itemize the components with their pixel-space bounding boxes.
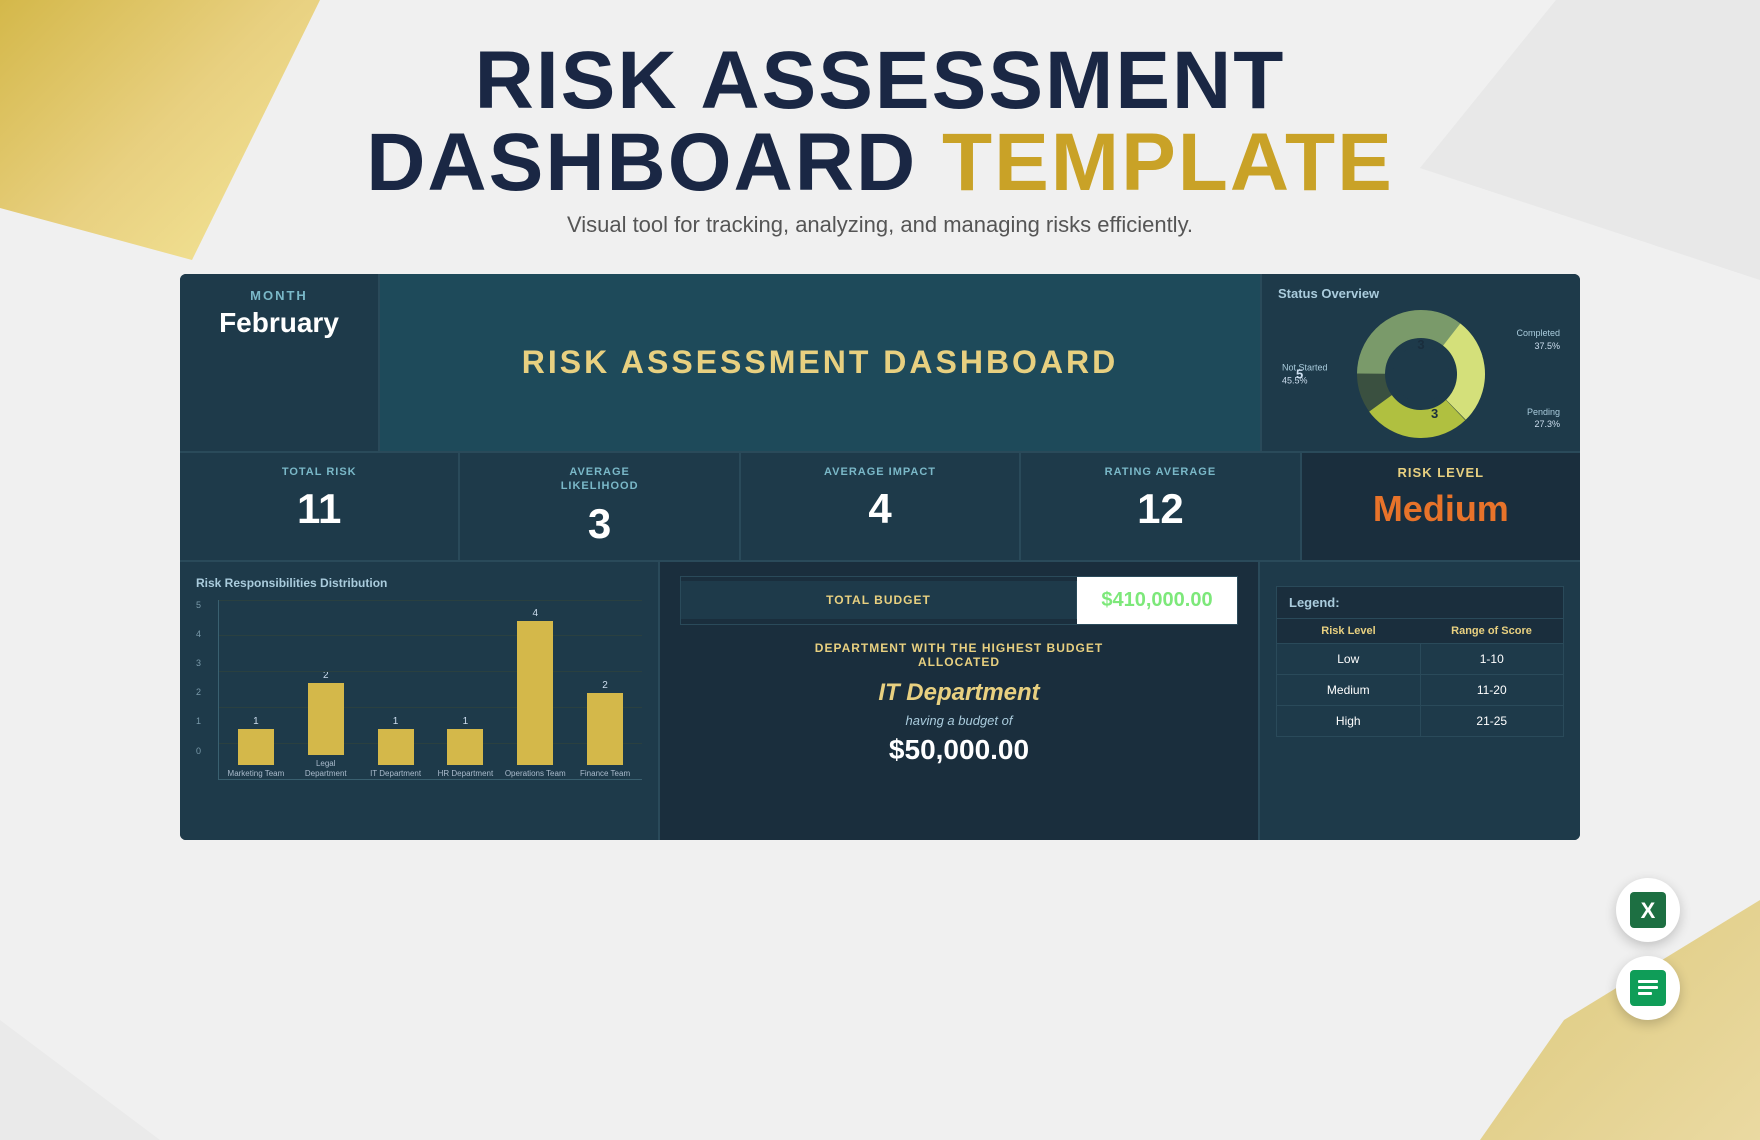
excel-icon: X	[1630, 892, 1666, 928]
stat-value-risk-level: Medium	[1318, 488, 1564, 530]
donut-chart-container: Completed 37.5% Pending 27.3% Not Starte…	[1278, 309, 1564, 439]
dept-section: DEPARTMENT WITH THE HIGHEST BUDGETALLOCA…	[680, 641, 1238, 766]
dept-having: having a budget of	[680, 713, 1238, 728]
stat-rating-avg: RATING AVERAGE 12	[1021, 453, 1301, 560]
dashboard-header: MONTH February RISK ASSESSMENT DASHBOARD…	[180, 274, 1580, 451]
stat-label-avg-impact: AVERAGE IMPACT	[757, 465, 1003, 479]
chart-title: Risk Responsibilities Distribution	[196, 576, 642, 590]
stat-label-total-risk: TOTAL RISK	[196, 465, 442, 479]
stat-avg-impact: AVERAGE IMPACT 4	[741, 453, 1021, 560]
donut-completed-label: Completed 37.5%	[1516, 327, 1560, 352]
bottom-row: Risk Responsibilities Distribution 5 4 3…	[180, 560, 1580, 840]
bg-decoration-bottom-left	[0, 940, 160, 1140]
budget-label: TOTAL BUDGET	[681, 581, 1077, 619]
subtitle: Visual tool for tracking, analyzing, and…	[366, 212, 1394, 238]
dashboard-title-text: RISK ASSESSMENT DASHBOARD	[522, 344, 1119, 381]
stat-avg-likelihood: AVERAGELIKELIHOOD 3	[460, 453, 740, 560]
legend-row-medium: Medium 11-20	[1277, 675, 1563, 706]
dept-section-label: DEPARTMENT WITH THE HIGHEST BUDGETALLOCA…	[680, 641, 1238, 669]
bar-it-bar	[378, 729, 414, 765]
month-label: MONTH	[200, 288, 358, 303]
dashboard: MONTH February RISK ASSESSMENT DASHBOARD…	[180, 274, 1580, 840]
chart-section: Risk Responsibilities Distribution 5 4 3…	[180, 562, 660, 840]
stat-value-avg-impact: 4	[757, 485, 1003, 533]
month-box: MONTH February	[180, 274, 380, 451]
donut-pending-label: Pending 27.3%	[1527, 406, 1560, 431]
stat-risk-level: RISK LEVEL Medium	[1302, 453, 1580, 560]
legend-box: Legend: Risk Level Range of Score Low 1-…	[1276, 586, 1564, 737]
dashboard-title-box: RISK ASSESSMENT DASHBOARD	[380, 274, 1260, 451]
legend-col-range: Range of Score	[1420, 619, 1563, 643]
stat-value-rating-avg: 12	[1037, 485, 1283, 533]
title-line2-gold: TEMPLATE	[942, 117, 1394, 208]
title-line2-dark: DASHBOARD	[366, 117, 917, 208]
legend-cell-low-range: 1-10	[1421, 644, 1564, 674]
bar-chart-inner: 1 Marketing Team 2 Legal Department	[218, 600, 642, 780]
title-section: RISK ASSESSMENT DASHBOARD TEMPLATE Visua…	[366, 40, 1394, 238]
grid-lines	[219, 600, 642, 779]
svg-text:X: X	[1641, 898, 1656, 923]
stat-value-avg-likelihood: 3	[476, 500, 722, 548]
budget-section: TOTAL BUDGET $410,000.00 DEPARTMENT WITH…	[660, 562, 1260, 840]
main-title: RISK ASSESSMENT DASHBOARD TEMPLATE	[366, 40, 1394, 204]
page-content: RISK ASSESSMENT DASHBOARD TEMPLATE Visua…	[0, 0, 1760, 860]
right-panel: Legend: Risk Level Range of Score Low 1-…	[1260, 562, 1580, 840]
donut-num-pending: 3	[1431, 406, 1438, 421]
month-value: February	[200, 307, 358, 339]
title-line1: RISK ASSESSMENT	[475, 35, 1286, 126]
stat-label-risk-level: RISK LEVEL	[1318, 465, 1564, 482]
donut-num-completed: 3	[1417, 337, 1424, 352]
status-overview-box: Status Overview	[1260, 274, 1580, 451]
budget-row: TOTAL BUDGET $410,000.00	[680, 576, 1238, 625]
bar-finance-bar	[587, 693, 623, 765]
bar-marketing-bar	[238, 729, 274, 765]
donut-svg	[1341, 294, 1501, 454]
donut-notstarted-label: Not Started 45.5%	[1282, 361, 1328, 386]
sheets-icon	[1630, 970, 1666, 1006]
bar-operations-bar	[517, 621, 553, 765]
dept-budget: $50,000.00	[680, 734, 1238, 766]
legend-title: Legend:	[1277, 587, 1563, 619]
bar-legal-bar	[308, 683, 344, 755]
budget-value: $410,000.00	[1077, 577, 1237, 624]
stat-value-total-risk: 11	[196, 485, 442, 533]
legend-row-low: Low 1-10	[1277, 644, 1563, 675]
legend-col-risk-level: Risk Level	[1277, 619, 1420, 643]
legend-cell-medium-range: 11-20	[1421, 675, 1564, 705]
y-axis: 5 4 3 2 1 0	[196, 600, 201, 756]
legend-cell-high-level: High	[1277, 706, 1421, 736]
stat-label-rating-avg: RATING AVERAGE	[1037, 465, 1283, 479]
excel-badge[interactable]: X	[1616, 878, 1680, 942]
donut-inner	[1393, 346, 1449, 402]
app-badges: X	[1616, 878, 1680, 1020]
legend-cell-medium-level: Medium	[1277, 675, 1421, 705]
donut-num-notstarted: 5	[1296, 367, 1303, 382]
stat-total-risk: TOTAL RISK 11	[180, 453, 460, 560]
bar-hr-bar	[447, 729, 483, 765]
legend-header-row: Risk Level Range of Score	[1277, 619, 1563, 644]
stats-row: TOTAL RISK 11 AVERAGELIKELIHOOD 3 AVERAG…	[180, 451, 1580, 560]
stat-label-avg-likelihood: AVERAGELIKELIHOOD	[476, 465, 722, 494]
dept-name: IT Department	[680, 679, 1238, 707]
bar-chart-wrapper: 5 4 3 2 1 0	[196, 600, 642, 780]
sheets-badge[interactable]	[1616, 956, 1680, 1020]
legend-cell-high-range: 21-25	[1421, 706, 1564, 736]
legend-cell-low-level: Low	[1277, 644, 1421, 674]
legend-row-high: High 21-25	[1277, 706, 1563, 736]
